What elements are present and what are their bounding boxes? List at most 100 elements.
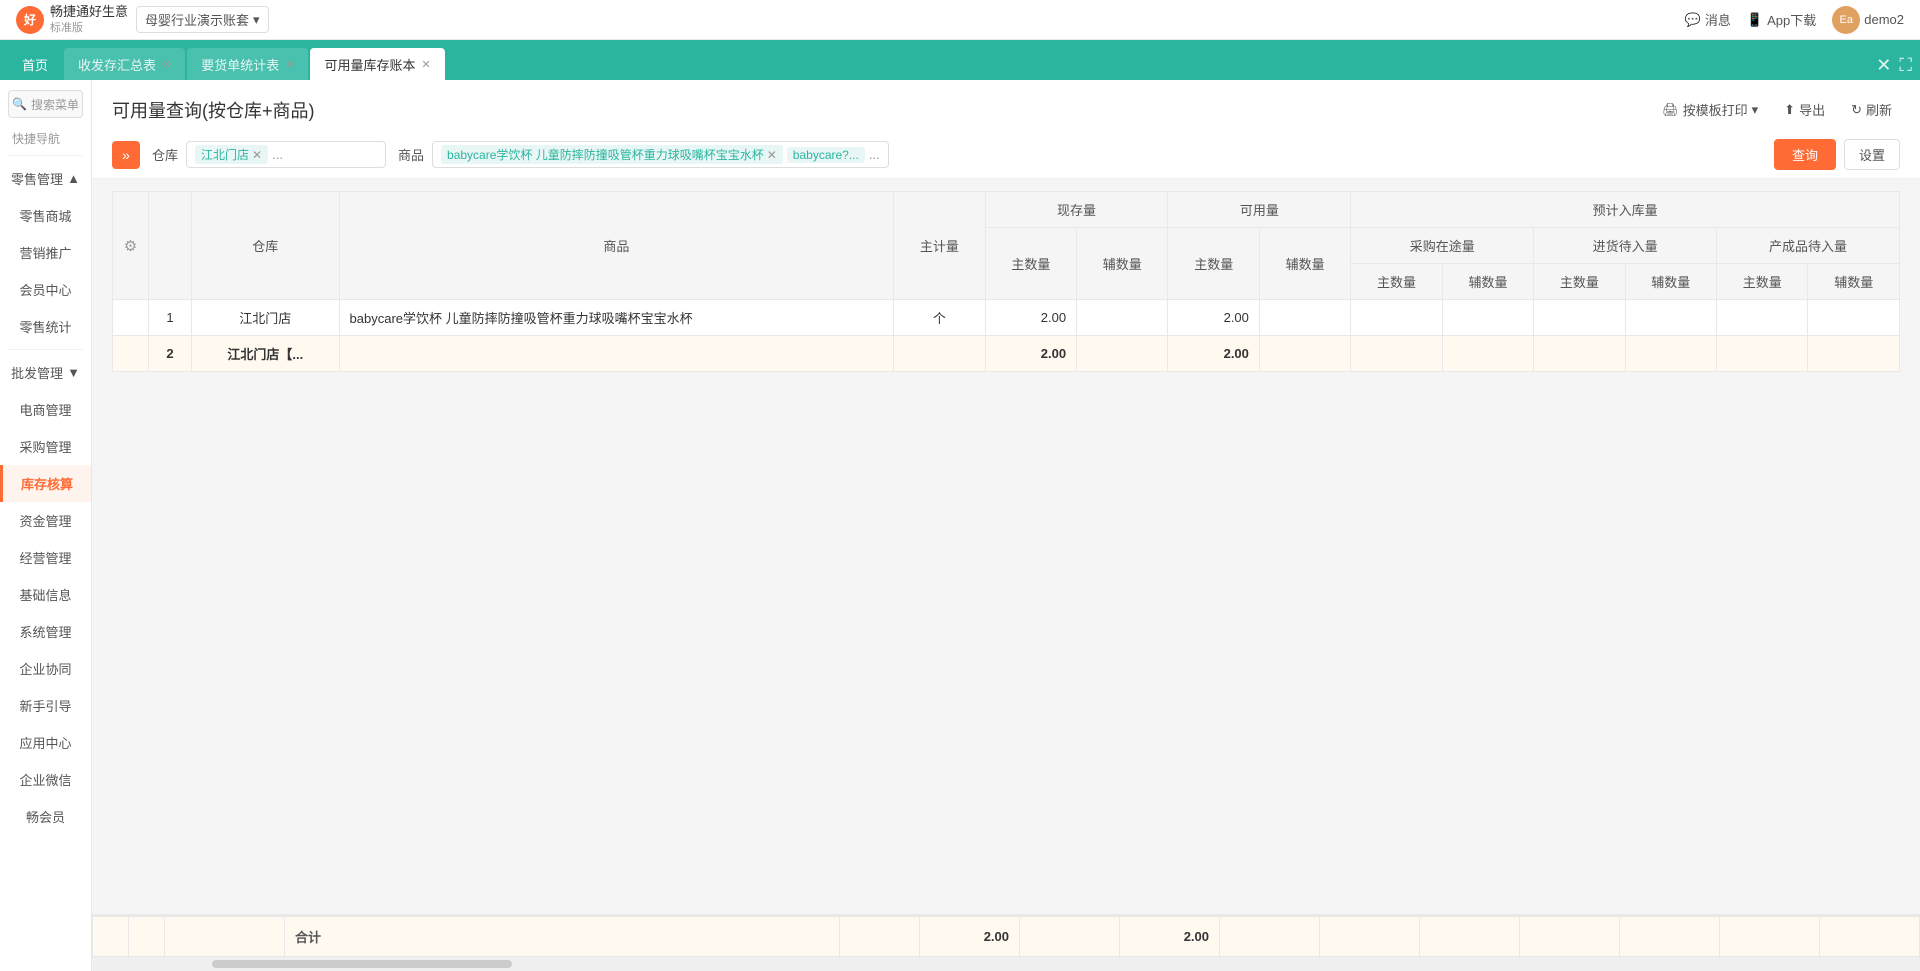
sidebar-item-member[interactable]: 畅会员 [0,798,91,835]
table-container: ⚙ 仓库 商品 主计量 现存量 可用量 预计入库量 主数量 辅数量 主数量 [92,179,1920,914]
col-production: 产成品待入量 [1717,228,1900,264]
sidebar-item-retail-mgmt[interactable]: 零售管理 ▲ [0,160,91,197]
filter-actions: 查询 设置 [1774,139,1900,170]
export-icon: ⬆ [1784,102,1795,118]
sidebar-item-purchase[interactable]: 采购管理 [0,428,91,465]
search-menu-button[interactable]: 🔍 搜索菜单 [8,90,83,118]
refresh-button[interactable]: ↻ 刷新 [1843,96,1900,123]
warehouse-dots[interactable]: ... [272,147,283,162]
subtotal-current-main: 2.00 [985,336,1076,372]
warehouse-tag: 江北门店 ✕ [195,145,268,164]
col-incoming-main: 主数量 [1534,264,1625,300]
col-available-aux: 辅数量 [1259,228,1350,300]
sidebar-item-guide[interactable]: 新手引导 [0,687,91,724]
tab-inventory[interactable]: 可用量库存账本 ✕ [310,48,444,80]
close-income-tab[interactable]: ✕ [162,58,171,71]
settings-button[interactable]: 设置 [1844,139,1900,170]
sidebar-search: 🔍 搜索菜单 [0,80,91,124]
quick-nav-label: 快捷导航 [0,124,91,151]
footer-cell-2 [129,917,165,957]
col-index [149,192,192,300]
subtotal-available-main: 2.00 [1168,336,1259,372]
col-settings: ⚙ [113,192,149,300]
sidebar-item-app-center[interactable]: 应用中心 [0,724,91,761]
cell-current-main: 2.00 [985,300,1076,336]
remove-warehouse-tag[interactable]: ✕ [252,148,262,162]
col-production-aux: 辅数量 [1808,264,1900,300]
sidebar-item-inventory-check[interactable]: 库存核算 [0,465,91,502]
message-icon: 💬 [1685,12,1701,28]
col-purchase: 采购在途量 [1351,228,1534,264]
logo-text-area: 畅捷通好生意 标准版 [50,4,128,36]
sidebar-item-basic-info[interactable]: 基础信息 [0,576,91,613]
sidebar-item-retail-stats[interactable]: 零售统计 [0,308,91,345]
footer-table: 合计 2.00 2.00 [92,916,1920,957]
close-order-tab[interactable]: ✕ [285,58,294,71]
warehouse-filter: 仓库 江北门店 ✕ ... [152,141,386,168]
user-menu[interactable]: Ea demo2 [1832,6,1904,34]
sidebar-item-wechat[interactable]: 企业微信 [0,761,91,798]
product-tag-2: babycare?... [787,147,865,163]
app-download-button[interactable]: 📱 App下载 [1747,10,1816,29]
subtotal-settings [113,336,149,372]
footer-current-main: 2.00 [920,917,1020,957]
footer-purchase-main [1320,917,1420,957]
footer-incoming-main [1520,917,1620,957]
main-layout: 🔍 搜索菜单 快捷导航 零售管理 ▲ 零售商城 营销推广 会员中心 零售统计 批… [0,80,1920,971]
sidebar-item-finance[interactable]: 资金管理 [0,502,91,539]
footer-cell-1 [93,917,129,957]
close-all-tabs-button[interactable]: ✕ [1876,55,1891,76]
chevron-down-icon: ▼ [67,365,80,380]
sidebar-item-system[interactable]: 系统管理 [0,613,91,650]
tab-order[interactable]: 要货单统计表 ✕ [187,48,308,80]
col-unit: 主计量 [894,192,985,300]
col-warehouse: 仓库 [192,192,340,300]
tab-home[interactable]: 首页 [8,48,62,80]
sidebar-item-wholesale[interactable]: 批发管理 ▼ [0,354,91,391]
cell-purchase-main [1351,300,1442,336]
cell-index: 1 [149,300,192,336]
footer-incoming-aux [1620,917,1720,957]
warehouse-tag-container[interactable]: 江北门店 ✕ ... [186,141,386,168]
maximize-button[interactable]: ⛶ [1899,55,1912,76]
remove-product-tag-1[interactable]: ✕ [767,148,777,162]
industry-select[interactable]: 母婴行业演示账套 ▾ [136,6,269,33]
filter-expand-button[interactable]: » [112,141,140,169]
subtotal-production-main [1717,336,1808,372]
col-available-main: 主数量 [1168,228,1259,300]
app-icon: 📱 [1747,12,1763,28]
product-tag-container[interactable]: babycare学饮杯 儿童防摔防撞吸管杯重力球吸嘴杯宝宝水杯 ✕ babyca… [432,141,889,168]
gear-icon[interactable]: ⚙ [124,238,137,255]
subtotal-index: 2 [149,336,192,372]
scroll-thumb[interactable] [212,960,512,968]
chevron-icon: ▲ [67,171,80,186]
footer-unit [840,917,920,957]
subtotal-production-aux [1808,336,1900,372]
sidebar: 🔍 搜索菜单 快捷导航 零售管理 ▲ 零售商城 营销推广 会员中心 零售统计 批… [0,80,92,971]
sidebar-item-member-center[interactable]: 会员中心 [0,271,91,308]
logo-icon: 好 [16,6,44,34]
close-inventory-tab[interactable]: ✕ [422,58,431,71]
print-button[interactable]: 🖨 按模板打印 ▾ [1654,96,1766,123]
footer-production-aux [1820,917,1920,957]
col-purchase-aux: 辅数量 [1442,264,1533,300]
query-button[interactable]: 查询 [1774,139,1836,170]
sidebar-item-business[interactable]: 经营管理 [0,539,91,576]
cell-production-aux [1808,300,1900,336]
top-bar: 好 畅捷通好生意 标准版 母婴行业演示账套 ▾ 💬 消息 📱 App下载 Ea … [0,0,1920,40]
top-bar-right: 💬 消息 📱 App下载 Ea demo2 [1685,6,1904,34]
sidebar-item-marketing[interactable]: 营销推广 [0,234,91,271]
sidebar-item-enterprise[interactable]: 企业协同 [0,650,91,687]
col-incoming: 进货待入量 [1534,228,1717,264]
sidebar-item-ecommerce[interactable]: 电商管理 [0,391,91,428]
subtotal-incoming-main [1534,336,1625,372]
footer-cell-3 [165,917,285,957]
logo-text: 畅捷通好生意 [50,4,128,20]
subtotal-incoming-aux [1625,336,1716,372]
message-button[interactable]: 💬 消息 [1685,10,1731,29]
col-forecast: 预计入库量 [1351,192,1900,228]
product-dots[interactable]: ... [869,147,880,162]
sidebar-item-retail-mall[interactable]: 零售商城 [0,197,91,234]
tab-income[interactable]: 收发存汇总表 ✕ [64,48,185,80]
export-button[interactable]: ⬆ 导出 [1776,96,1833,123]
